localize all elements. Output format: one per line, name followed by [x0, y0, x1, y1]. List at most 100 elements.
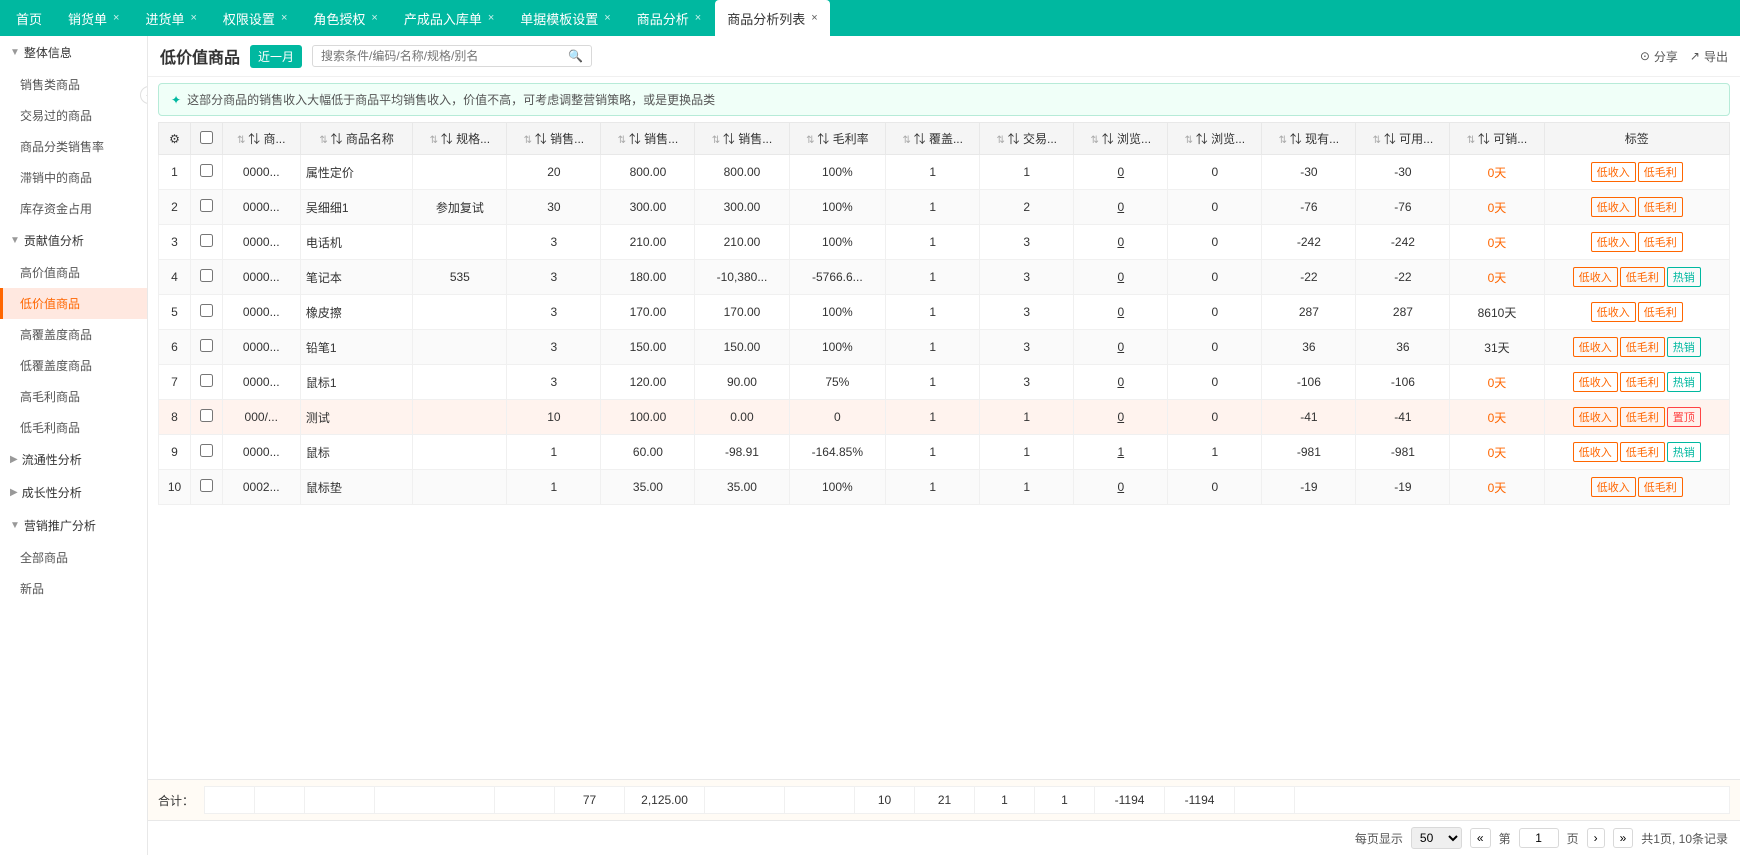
nav-purchase-order[interactable]: 进货单 ×: [133, 0, 208, 36]
row-checkbox[interactable]: [191, 260, 223, 295]
sidebar-item-new-goods[interactable]: 新品: [0, 573, 147, 604]
row-checkbox[interactable]: [191, 435, 223, 470]
row-select-checkbox[interactable]: [200, 269, 213, 282]
sidebar-item-high-coverage[interactable]: 高覆盖度商品: [0, 319, 147, 350]
views1-link[interactable]: 0: [1117, 340, 1124, 354]
next-page-button[interactable]: ›: [1587, 828, 1605, 848]
row-select-checkbox[interactable]: [200, 409, 213, 422]
close-icon[interactable]: ×: [488, 12, 494, 24]
views1-link[interactable]: 0: [1117, 305, 1124, 319]
sidebar-group-marketing[interactable]: ▼ 营销推广分析: [0, 509, 147, 542]
views1-link[interactable]: 0: [1117, 480, 1124, 494]
sidebar-item-low-value[interactable]: 低价值商品: [0, 288, 147, 319]
column-sales-qty[interactable]: ⇅ 销售...: [507, 123, 601, 155]
close-icon[interactable]: ×: [371, 12, 377, 24]
export-button[interactable]: ↗ 导出: [1690, 48, 1728, 65]
nav-template-settings[interactable]: 单据模板设置 ×: [508, 0, 622, 36]
row-views1[interactable]: 0: [1074, 330, 1168, 365]
column-gear[interactable]: ⚙: [159, 123, 191, 155]
column-spec[interactable]: ⇅ 规格...: [413, 123, 507, 155]
sidebar-group-overall[interactable]: ▼ 整体信息: [0, 36, 147, 69]
sidebar-item-high-margin[interactable]: 高毛利商品: [0, 381, 147, 412]
nav-sales-order[interactable]: 销货单 ×: [56, 0, 131, 36]
row-select-checkbox[interactable]: [200, 304, 213, 317]
views1-link[interactable]: 0: [1117, 410, 1124, 424]
row-checkbox[interactable]: [191, 225, 223, 260]
column-checkbox[interactable]: [191, 123, 223, 155]
row-views1[interactable]: 0: [1074, 155, 1168, 190]
row-views1[interactable]: 0: [1074, 260, 1168, 295]
sidebar-item-all-goods[interactable]: 全部商品: [0, 542, 147, 573]
close-icon[interactable]: ×: [604, 12, 610, 24]
sidebar-item-high-value[interactable]: 高价值商品: [0, 257, 147, 288]
nav-product-analysis-list[interactable]: 商品分析列表 ×: [715, 0, 829, 36]
views1-link[interactable]: 1: [1117, 445, 1124, 459]
sidebar-item-low-coverage[interactable]: 低覆盖度商品: [0, 350, 147, 381]
row-views1[interactable]: 0: [1074, 225, 1168, 260]
row-checkbox[interactable]: [191, 400, 223, 435]
row-checkbox[interactable]: [191, 155, 223, 190]
sidebar-item-traded-goods[interactable]: 交易过的商品: [0, 100, 147, 131]
close-icon[interactable]: ×: [113, 12, 119, 24]
sidebar-item-slow-moving[interactable]: 滞销中的商品: [0, 162, 147, 193]
row-checkbox[interactable]: [191, 365, 223, 400]
views1-link[interactable]: 0: [1117, 270, 1124, 284]
row-checkbox[interactable]: [191, 295, 223, 330]
select-all-checkbox[interactable]: [200, 131, 213, 144]
column-views2[interactable]: ⇅ 浏览...: [1168, 123, 1262, 155]
period-button[interactable]: 近一月: [250, 45, 302, 68]
row-select-checkbox[interactable]: [200, 374, 213, 387]
row-views1[interactable]: 0: [1074, 190, 1168, 225]
row-checkbox[interactable]: [191, 470, 223, 505]
sidebar-item-low-margin[interactable]: 低毛利商品: [0, 412, 147, 443]
views1-link[interactable]: 0: [1117, 165, 1124, 179]
row-checkbox[interactable]: [191, 190, 223, 225]
column-code[interactable]: ⇅ 商...: [222, 123, 300, 155]
row-select-checkbox[interactable]: [200, 444, 213, 457]
sidebar-group-growth[interactable]: ▶ 成长性分析: [0, 476, 147, 509]
row-views1[interactable]: 0: [1074, 400, 1168, 435]
page-number-input[interactable]: [1519, 828, 1559, 848]
sidebar-item-inventory-capital[interactable]: 库存资金占用: [0, 193, 147, 224]
nav-product-warehouse[interactable]: 产成品入库单 ×: [392, 0, 506, 36]
column-current-stock[interactable]: ⇅ 现有...: [1262, 123, 1356, 155]
sidebar-item-sales-goods[interactable]: 销售类商品: [0, 69, 147, 100]
share-button[interactable]: ⊙ 分享: [1640, 48, 1678, 65]
column-coverage[interactable]: ⇅ 覆盖...: [886, 123, 980, 155]
column-sellable[interactable]: ⇅ 可销...: [1450, 123, 1544, 155]
views1-link[interactable]: 0: [1117, 375, 1124, 389]
column-available-stock[interactable]: ⇅ 可用...: [1356, 123, 1450, 155]
nav-home[interactable]: 首页: [4, 0, 54, 36]
close-icon[interactable]: ×: [281, 12, 287, 24]
first-page-button[interactable]: «: [1470, 828, 1491, 848]
row-select-checkbox[interactable]: [200, 234, 213, 247]
column-sales-amount[interactable]: ⇅ 销售...: [695, 123, 789, 155]
column-sales-price[interactable]: ⇅ 销售...: [601, 123, 695, 155]
row-views1[interactable]: 0: [1074, 470, 1168, 505]
row-select-checkbox[interactable]: [200, 339, 213, 352]
row-select-checkbox[interactable]: [200, 199, 213, 212]
row-select-checkbox[interactable]: [200, 479, 213, 492]
row-views1[interactable]: 1: [1074, 435, 1168, 470]
column-name[interactable]: ⇅ 商品名称: [300, 123, 412, 155]
column-views1[interactable]: ⇅ 浏览...: [1074, 123, 1168, 155]
column-gross-margin[interactable]: ⇅ 毛利率: [789, 123, 886, 155]
row-checkbox[interactable]: [191, 330, 223, 365]
search-icon[interactable]: 🔍: [568, 49, 583, 63]
sidebar-item-category-sales-rate[interactable]: 商品分类销售率: [0, 131, 147, 162]
close-icon[interactable]: ×: [695, 12, 701, 24]
views1-link[interactable]: 0: [1117, 235, 1124, 249]
close-icon[interactable]: ×: [811, 12, 817, 24]
nav-permission[interactable]: 权限设置 ×: [211, 0, 299, 36]
nav-product-analysis[interactable]: 商品分析 ×: [625, 0, 713, 36]
views1-link[interactable]: 0: [1117, 200, 1124, 214]
sidebar-group-liquidity[interactable]: ▶ 流通性分析: [0, 443, 147, 476]
nav-role-auth[interactable]: 角色授权 ×: [301, 0, 389, 36]
search-input[interactable]: [321, 49, 568, 63]
page-size-select[interactable]: 50 100 200: [1411, 827, 1462, 849]
row-views1[interactable]: 0: [1074, 365, 1168, 400]
row-select-checkbox[interactable]: [200, 164, 213, 177]
close-icon[interactable]: ×: [190, 12, 196, 24]
table-wrapper[interactable]: ⚙ ⇅ 商... ⇅ 商品名称 ⇅ 规格... ⇅ 销售... ⇅ 销售... …: [148, 122, 1740, 779]
column-transactions[interactable]: ⇅ 交易...: [980, 123, 1074, 155]
